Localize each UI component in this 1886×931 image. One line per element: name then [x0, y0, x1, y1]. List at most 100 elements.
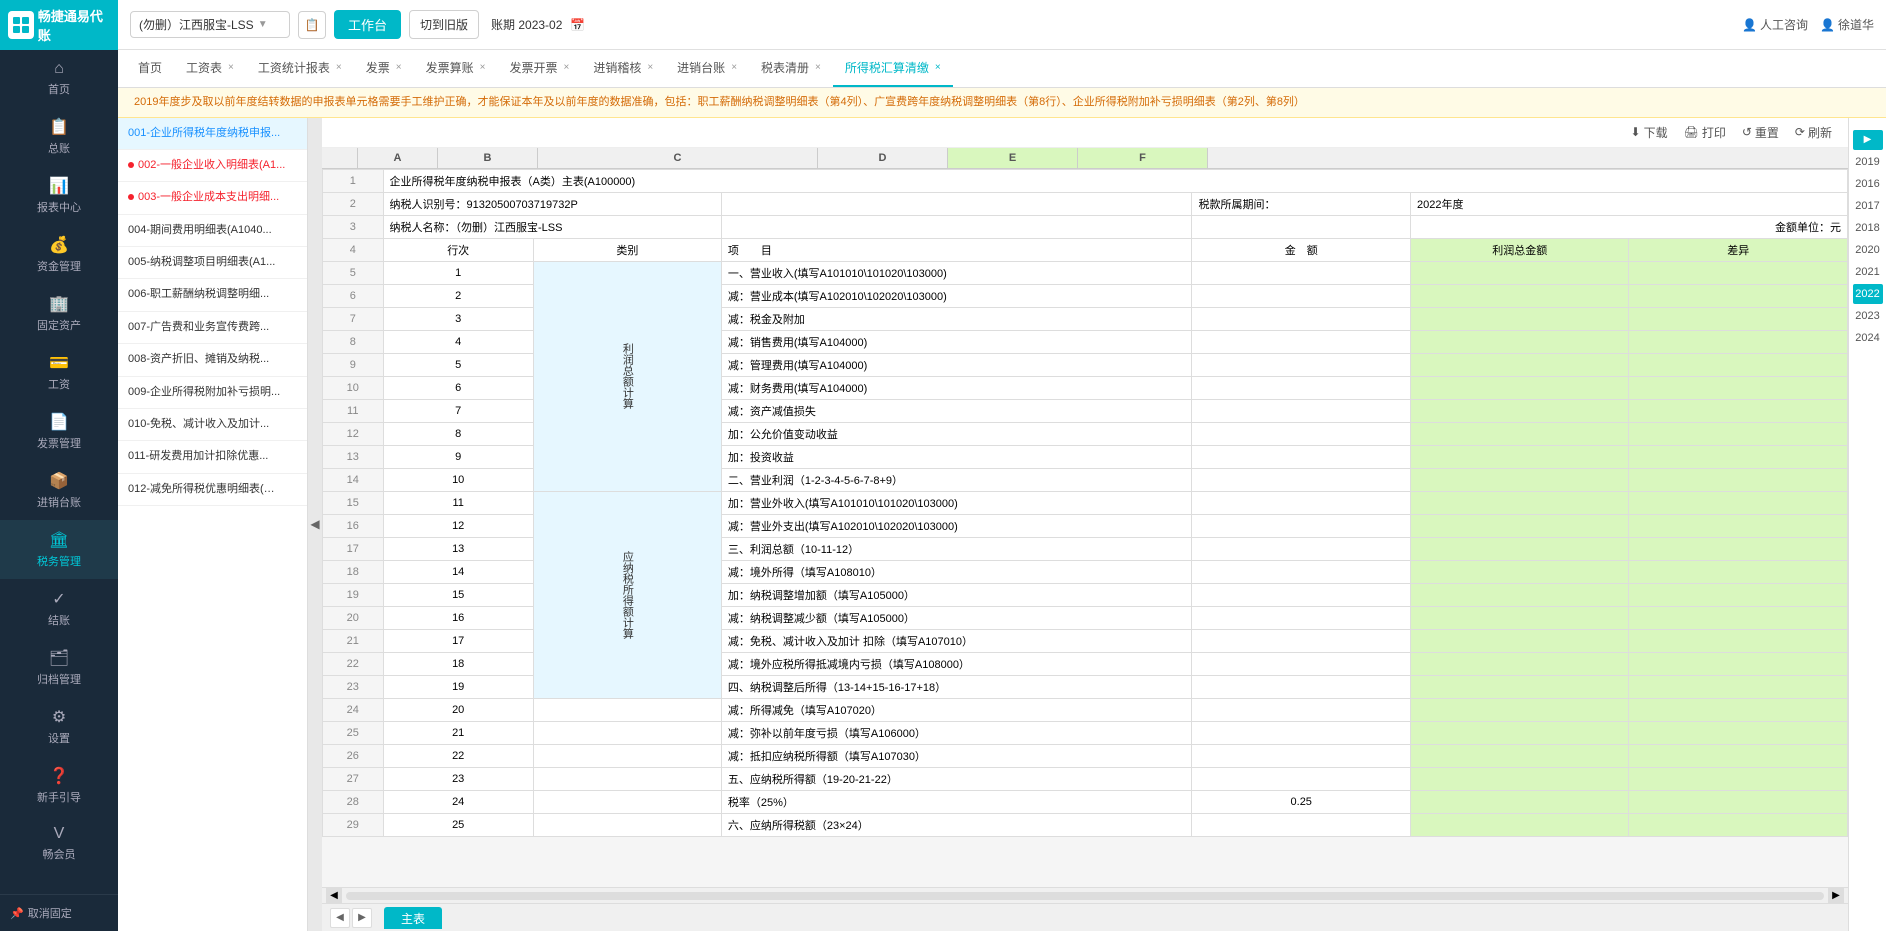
- sidebar-item-归档管理[interactable]: 🗂归档管理: [0, 638, 118, 697]
- row-col-d-16[interactable]: [1192, 629, 1410, 652]
- row-col-d-10[interactable]: [1192, 491, 1410, 514]
- form-list-item-007[interactable]: 007-广告费和业务宣传费跨...: [118, 312, 307, 344]
- row-col-f-8[interactable]: [1629, 445, 1848, 468]
- row-col-c-20[interactable]: 减：弥补以前年度亏损（填写A106000）: [721, 721, 1192, 744]
- row-col-a-24[interactable]: 25: [383, 813, 533, 836]
- row-col-d-11[interactable]: [1192, 514, 1410, 537]
- tab-close-9[interactable]: ×: [935, 62, 941, 73]
- row-col-e-17[interactable]: [1410, 652, 1628, 675]
- tab-1[interactable]: 工资表×: [174, 50, 246, 87]
- tab-close-2[interactable]: ×: [336, 62, 342, 73]
- row-col-a-9[interactable]: 10: [383, 468, 533, 491]
- row-col-c-17[interactable]: 减：境外应税所得抵减境内亏损（填写A108000）: [721, 652, 1192, 675]
- row-col-a-18[interactable]: 19: [383, 675, 533, 698]
- row-col-e-23[interactable]: [1410, 790, 1628, 813]
- row-col-d-17[interactable]: [1192, 652, 1410, 675]
- download-button[interactable]: ⬇ 下载: [1631, 124, 1668, 141]
- row-col-f-24[interactable]: [1629, 813, 1848, 836]
- row-col-d-7[interactable]: [1192, 422, 1410, 445]
- row-col-a-6[interactable]: 7: [383, 399, 533, 422]
- row-col-d-24[interactable]: [1192, 813, 1410, 836]
- row-col-c-8[interactable]: 加：投资收益: [721, 445, 1192, 468]
- sidebar-item-设置[interactable]: ⚙设置: [0, 697, 118, 756]
- row-col-e-4[interactable]: [1410, 353, 1628, 376]
- row-col-c-13[interactable]: 减：境外所得（填写A108010）: [721, 560, 1192, 583]
- tab-close-4[interactable]: ×: [480, 62, 486, 73]
- row-col-a-12[interactable]: 13: [383, 537, 533, 560]
- row-col-f-23[interactable]: [1629, 790, 1848, 813]
- year-item-2021[interactable]: 2021: [1853, 262, 1883, 282]
- row-col-d-6[interactable]: [1192, 399, 1410, 422]
- row-col-e-15[interactable]: [1410, 606, 1628, 629]
- year-item-2018[interactable]: 2018: [1853, 218, 1883, 238]
- hscroll-track[interactable]: [346, 892, 1824, 900]
- row-col-d-2[interactable]: [1192, 307, 1410, 330]
- row-col-f-16[interactable]: [1629, 629, 1848, 652]
- row-col-e-20[interactable]: [1410, 721, 1628, 744]
- row-col-f-10[interactable]: [1629, 491, 1848, 514]
- row-col-a-15[interactable]: 16: [383, 606, 533, 629]
- row-col-e-8[interactable]: [1410, 445, 1628, 468]
- row-col-e-18[interactable]: [1410, 675, 1628, 698]
- tab-close-7[interactable]: ×: [731, 62, 737, 73]
- row-col-f-9[interactable]: [1629, 468, 1848, 491]
- form-list-item-005[interactable]: 005-纳税调整项目明细表(A1...: [118, 247, 307, 279]
- form-list-item-002[interactable]: 002-一般企业收入明细表(A1...: [118, 150, 307, 182]
- row-col-d-4[interactable]: [1192, 353, 1410, 376]
- row-col-a-5[interactable]: 6: [383, 376, 533, 399]
- row-col-c-4[interactable]: 减：管理费用(填写A104000): [721, 353, 1192, 376]
- row-col-d-15[interactable]: [1192, 606, 1410, 629]
- row-col-e-3[interactable]: [1410, 330, 1628, 353]
- row-col-f-4[interactable]: [1629, 353, 1848, 376]
- user-info[interactable]: 👤 徐道华: [1820, 16, 1874, 33]
- row-col-f-19[interactable]: [1629, 698, 1848, 721]
- sidebar-item-固定资产[interactable]: 🏢固定资产: [0, 284, 118, 343]
- row-col-f-13[interactable]: [1629, 560, 1848, 583]
- row-col-c-6[interactable]: 减：资产减值损失: [721, 399, 1192, 422]
- row-col-e-13[interactable]: [1410, 560, 1628, 583]
- form-list-item-001[interactable]: 001-企业所得税年度纳税申报...: [118, 118, 307, 150]
- form-list-item-006[interactable]: 006-职工薪酬纳税调整明细...: [118, 279, 307, 311]
- row-col-d-13[interactable]: [1192, 560, 1410, 583]
- row-col-a-22[interactable]: 23: [383, 767, 533, 790]
- sheet-tab-0[interactable]: 主表: [384, 907, 442, 929]
- row-col-a-8[interactable]: 9: [383, 445, 533, 468]
- row-col-e-1[interactable]: [1410, 284, 1628, 307]
- sidebar-item-报表中心[interactable]: 📊报表中心: [0, 166, 118, 225]
- row-col-f-3[interactable]: [1629, 330, 1848, 353]
- row-col-d-21[interactable]: [1192, 744, 1410, 767]
- row-col-f-5[interactable]: [1629, 376, 1848, 399]
- year-item-2022[interactable]: 2022: [1853, 284, 1883, 304]
- hscroll-left-button[interactable]: ◀: [326, 888, 342, 904]
- form-list-item-010[interactable]: 010-免税、减计收入及加计...: [118, 409, 307, 441]
- sheet-next-button[interactable]: ▶: [352, 908, 372, 928]
- row-col-c-1[interactable]: 减：营业成本(填写A102010\102020\103000): [721, 284, 1192, 307]
- row-col-c-12[interactable]: 三、利润总额（10-11-12）: [721, 537, 1192, 560]
- row-col-a-0[interactable]: 1: [383, 261, 533, 284]
- row-col-a-4[interactable]: 5: [383, 353, 533, 376]
- row-col-c-15[interactable]: 减：纳税调整减少额（填写A105000）: [721, 606, 1192, 629]
- row-col-e-5[interactable]: [1410, 376, 1628, 399]
- form-list-item-004[interactable]: 004-期间费用明细表(A1040...: [118, 215, 307, 247]
- sidebar-item-税务管理[interactable]: 🏛税务管理: [0, 520, 118, 579]
- year-item-2019[interactable]: 2019: [1853, 152, 1883, 172]
- tab-3[interactable]: 发票×: [354, 50, 414, 87]
- tab-close-5[interactable]: ×: [563, 62, 569, 73]
- row-col-e-6[interactable]: [1410, 399, 1628, 422]
- row-col-e-24[interactable]: [1410, 813, 1628, 836]
- form-list-item-008[interactable]: 008-资产折旧、摊销及纳税...: [118, 344, 307, 376]
- row-col-a-16[interactable]: 17: [383, 629, 533, 652]
- tab-7[interactable]: 进销台账×: [665, 50, 749, 87]
- row-col-d-20[interactable]: [1192, 721, 1410, 744]
- tab-2[interactable]: 工资统计报表×: [246, 50, 354, 87]
- row-col-a-10[interactable]: 11: [383, 491, 533, 514]
- tab-close-8[interactable]: ×: [815, 62, 821, 73]
- row-col-f-17[interactable]: [1629, 652, 1848, 675]
- row-col-f-15[interactable]: [1629, 606, 1848, 629]
- sheet-prev-button[interactable]: ◀: [330, 908, 350, 928]
- sidebar-item-首页[interactable]: ⌂首页: [0, 50, 118, 107]
- row-col-d-18[interactable]: [1192, 675, 1410, 698]
- year-item-2016[interactable]: 2016: [1853, 174, 1883, 194]
- refresh-button[interactable]: ⟳ 刷新: [1795, 124, 1832, 141]
- row-col-e-0[interactable]: [1410, 261, 1628, 284]
